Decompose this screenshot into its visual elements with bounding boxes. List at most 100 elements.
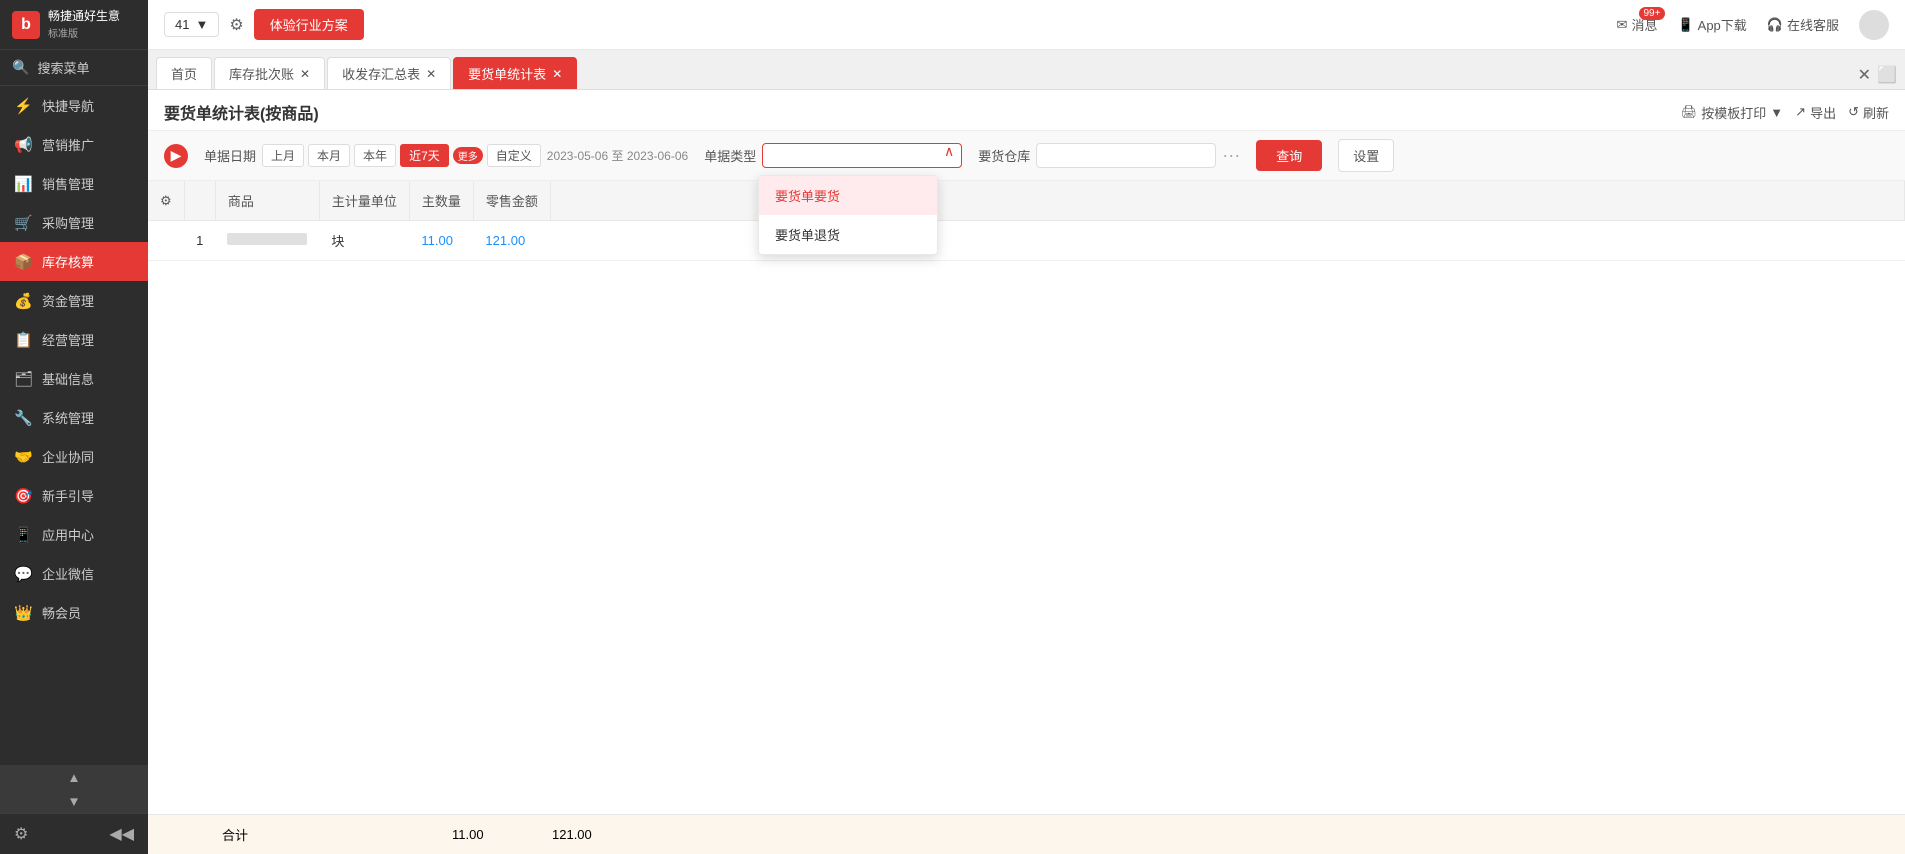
date-btn-year[interactable]: 本年 [354,144,396,167]
print-label: 按模板打印 [1701,103,1766,122]
company-dropdown[interactable]: 41 ▼ [164,12,219,37]
basic-icon: 🗂 [14,370,32,388]
export-icon: ↗ [1795,104,1806,120]
sidebar-search[interactable]: 🔍 搜索菜单 [0,50,148,86]
sidebar-item-appcenter[interactable]: 📱 应用中心 [0,515,148,554]
cell-goods [215,221,319,261]
refresh-icon: ↺ [1848,104,1859,120]
dropdown-item-order-goods[interactable]: 要货单要货 [759,176,937,215]
sidebar-item-guide[interactable]: 🎯 新手引导 [0,476,148,515]
date-btn-week7[interactable]: 近7天 [400,144,449,167]
member-icon: 👑 [14,604,32,622]
close-all-btn[interactable]: ✕ [1858,65,1871,85]
sidebar: b 畅捷通好生意 标准版 🔍 搜索菜单 ⚡ 快捷导航 📢 营销推广 📊 销售管理… [0,0,148,854]
tab-inventory-batch-close[interactable]: ✕ [300,68,310,80]
type-filter-input[interactable] [762,143,962,168]
dropdown-item-order-return[interactable]: 要货单退货 [759,215,937,254]
logo-name: 畅捷通好生意 [48,9,120,25]
app-download-btn[interactable]: 📱 App下载 [1677,15,1746,34]
quantity-link[interactable]: 11.00 [421,233,453,248]
type-filter-group: 单据类型 ∧ [704,143,962,168]
column-gear-icon[interactable]: ⚙ [160,193,172,208]
topbar: 41 ▼ ⚙ 体验行业方案 ✉ 消息 99+ 📱 App下载 🎧 在线客服 [148,0,1905,50]
message-btn[interactable]: ✉ 消息 99+ [1617,15,1658,34]
online-service-btn[interactable]: 🎧 在线客服 [1767,15,1839,34]
sidebar-item-label: 系统管理 [42,408,94,427]
date-more-badge: 更多 [453,147,483,164]
warehouse-filter-input[interactable] [1036,143,1216,168]
user-avatar[interactable] [1859,10,1889,40]
amount-link[interactable]: 121.00 [485,233,525,248]
date-btn-current[interactable]: 本月 [308,144,350,167]
tab-inventory-batch[interactable]: 库存批次账 ✕ [214,57,325,89]
tab-order-stats-label: 要货单统计表 [468,64,546,83]
sidebar-item-label: 资金管理 [42,291,94,310]
industry-btn[interactable]: 体验行业方案 [254,9,364,40]
sidebar-item-basic[interactable]: 🗂 基础信息 [0,359,148,398]
export-btn[interactable]: ↗ 导出 [1795,103,1836,122]
logo-icon: b [12,11,40,39]
tab-order-stats[interactable]: 要货单统计表 ✕ [453,57,577,89]
app-download-icon: 📱 [1677,17,1693,33]
sidebar-item-sales[interactable]: 📊 销售管理 [0,164,148,203]
sidebar-item-label: 采购管理 [42,213,94,232]
sidebar-scroll-up[interactable]: ▲ [0,765,148,789]
sidebar-item-label: 经营管理 [42,330,94,349]
page-header: 要货单统计表(按商品) 🖨 按模板打印 ▼ ↗ 导出 ↺ 刷新 [148,90,1905,131]
sidebar-item-inventory[interactable]: 📦 库存核算 [0,242,148,281]
refresh-btn[interactable]: ↺ 刷新 [1848,103,1889,122]
sidebar-item-operation[interactable]: 📋 经营管理 [0,320,148,359]
page-title: 要货单统计表(按商品) [164,100,319,124]
sidebar-item-label: 新手引导 [42,486,94,505]
app-download-label: App下载 [1698,15,1747,34]
sidebar-nav: ⚡ 快捷导航 📢 营销推广 📊 销售管理 🛒 采购管理 📦 库存核算 💰 资金管… [0,86,148,765]
refresh-label: 刷新 [1863,103,1889,122]
topbar-gear-icon[interactable]: ⚙ [229,15,243,35]
settings-icon[interactable]: ⚙ [14,824,28,844]
filter-more-icon[interactable]: ··· [1222,145,1240,166]
sidebar-item-label: 销售管理 [42,174,94,193]
print-btn[interactable]: 🖨 按模板打印 ▼ [1681,103,1783,122]
sales-icon: 📊 [14,175,32,193]
sidebar-item-label: 企业微信 [42,564,94,583]
tab-receive-summary[interactable]: 收发存汇总表 ✕ [327,57,451,89]
date-btn-up[interactable]: 上月 [262,144,304,167]
sidebar-item-purchase[interactable]: 🛒 采购管理 [0,203,148,242]
filter-expand-btn[interactable]: ▶ [164,144,188,168]
table-footer: 合计 11.00 121.00 [148,814,1905,854]
topbar-right: ✉ 消息 99+ 📱 App下载 🎧 在线客服 [1617,10,1889,40]
sidebar-logo: b 畅捷通好生意 标准版 [0,0,148,50]
type-dropdown-arrow-icon[interactable]: ∧ [944,143,954,160]
sidebar-item-quick-nav[interactable]: ⚡ 快捷导航 [0,86,148,125]
query-btn[interactable]: 查询 [1256,140,1322,171]
service-icon: 🎧 [1767,17,1783,33]
date-btn-custom[interactable]: 自定义 [487,144,541,167]
tab-bar: 首页 库存批次账 ✕ 收发存汇总表 ✕ 要货单统计表 ✕ ✕ ⬜ [148,50,1905,90]
sidebar-item-finance[interactable]: 💰 资金管理 [0,281,148,320]
warehouse-filter-label: 要货仓库 [978,146,1030,165]
sidebar-item-system[interactable]: 🔧 系统管理 [0,398,148,437]
collapse-icon[interactable]: ◀◀ [109,824,134,844]
sidebar-item-wechat[interactable]: 💬 企业微信 [0,554,148,593]
print-arrow-icon: ▼ [1770,105,1783,120]
sidebar-item-label: 基础信息 [42,369,94,388]
set-btn[interactable]: 设置 [1338,139,1394,172]
th-quantity: 主数量 [409,181,473,221]
sidebar-search-label: 搜索菜单 [37,58,89,77]
footer-total-label: 合计 [210,825,440,844]
sidebar-item-label: 应用中心 [42,525,94,544]
sidebar-item-member[interactable]: 👑 畅会员 [0,593,148,632]
tab-home[interactable]: 首页 [156,57,212,89]
warehouse-filter-group: 要货仓库 ··· [978,143,1240,168]
sidebar-item-marketing[interactable]: 📢 营销推广 [0,125,148,164]
sidebar-item-enterprise[interactable]: 🤝 企业协同 [0,437,148,476]
sidebar-scroll-down[interactable]: ▼ [0,789,148,813]
sidebar-item-label: 库存核算 [42,252,94,271]
type-dropdown-menu: 要货单要货 要货单退货 [758,175,938,255]
export-label: 导出 [1810,103,1836,122]
expand-tab-btn[interactable]: ⬜ [1877,65,1897,85]
cell-extra [550,221,1904,261]
cell-seq-blank [148,221,184,261]
tab-order-stats-close[interactable]: ✕ [552,68,562,80]
tab-receive-summary-close[interactable]: ✕ [426,68,436,80]
